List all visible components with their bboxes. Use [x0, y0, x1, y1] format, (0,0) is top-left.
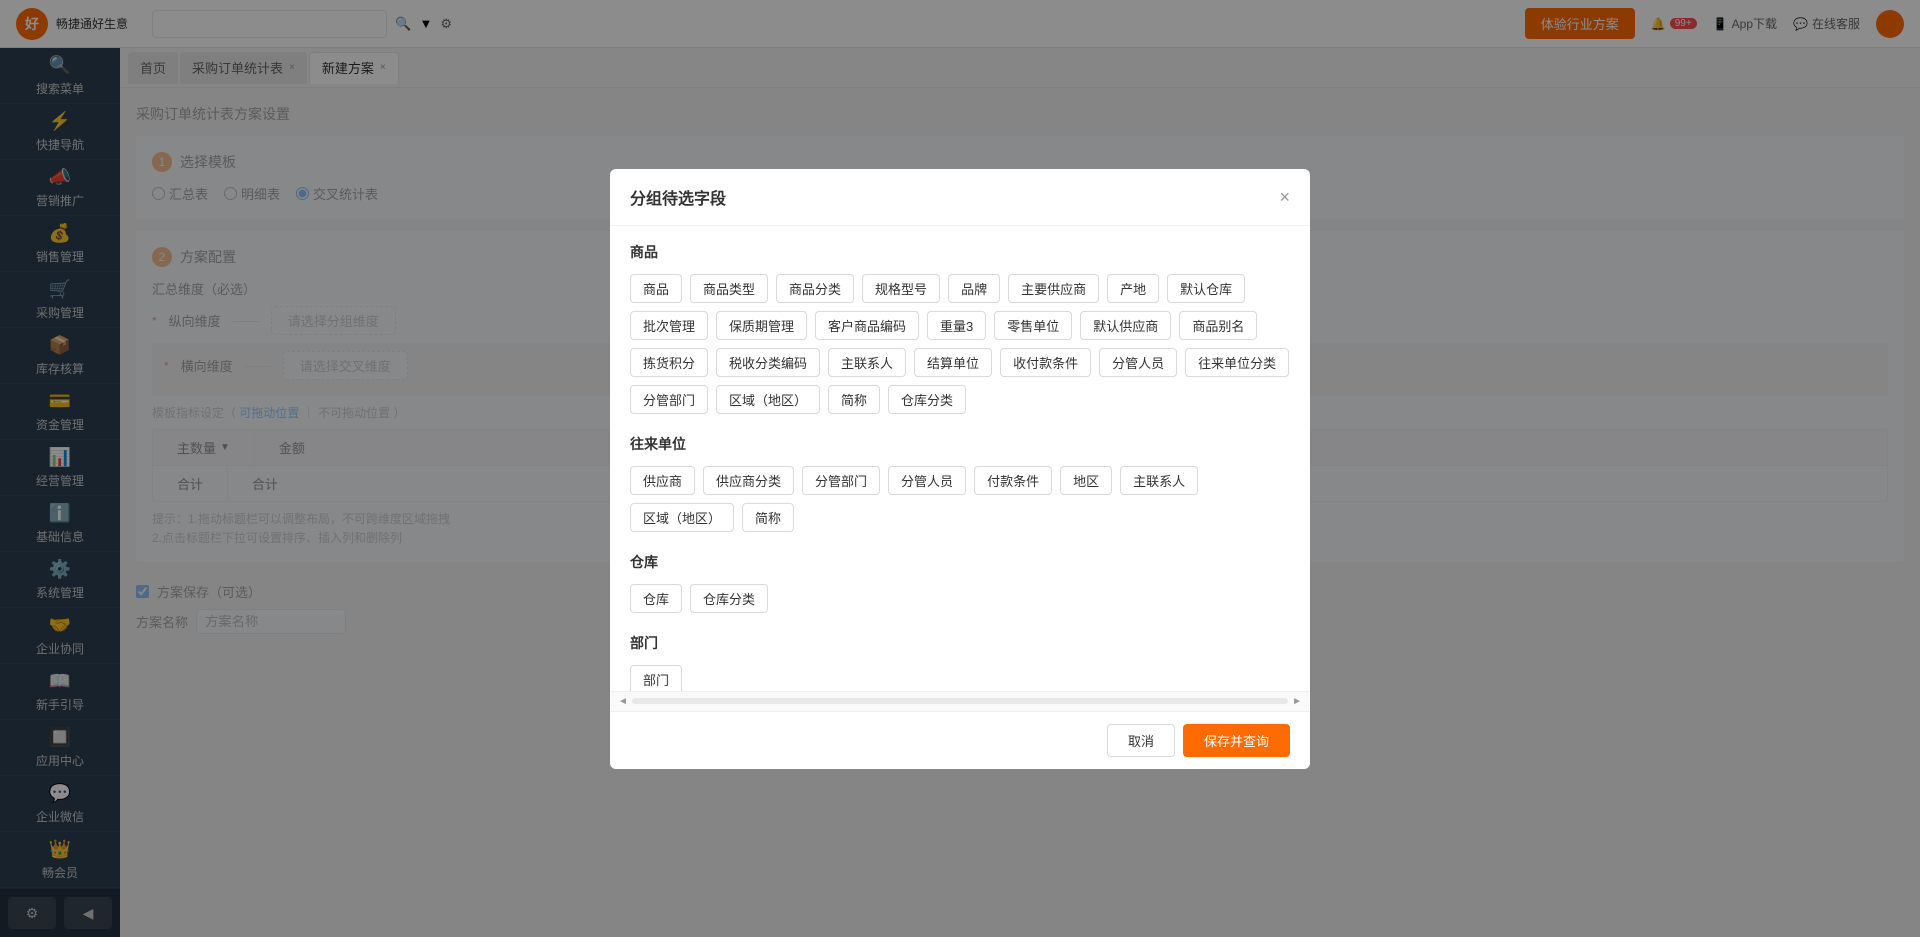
field-retail-unit[interactable]: 零售单位 [994, 311, 1072, 340]
section-department: 部门 部门 [630, 633, 1290, 691]
h-scroll-bar-area: ◄ ► [610, 691, 1310, 711]
field-region[interactable]: 区域（地区） [716, 385, 820, 414]
field-default-supplier[interactable]: 默认供应商 [1080, 311, 1171, 340]
section-partner-fields: 供应商 供应商分类 分管部门 分管人员 付款条件 地区 主联系人 区域（地区） … [630, 466, 1290, 532]
field-partner-dept[interactable]: 分管部门 [802, 466, 880, 495]
field-goods-category[interactable]: 商品分类 [776, 274, 854, 303]
confirm-button[interactable]: 保存并查询 [1183, 724, 1290, 757]
field-partner-region[interactable]: 区域（地区） [630, 503, 734, 532]
field-goods[interactable]: 商品 [630, 274, 682, 303]
section-department-title: 部门 [630, 633, 1290, 653]
section-department-fields: 部门 [630, 665, 1290, 691]
field-area[interactable]: 地区 [1060, 466, 1112, 495]
section-warehouse-fields: 仓库 仓库分类 [630, 584, 1290, 613]
field-pick-points[interactable]: 拣货积分 [630, 348, 708, 377]
field-default-warehouse[interactable]: 默认仓库 [1167, 274, 1245, 303]
field-tax-code[interactable]: 税收分类编码 [716, 348, 820, 377]
field-pay-terms[interactable]: 收付款条件 [1000, 348, 1091, 377]
modal-close-button[interactable]: × [1279, 188, 1290, 206]
h-scrollbar[interactable] [632, 698, 1288, 704]
field-goods-type[interactable]: 商品类型 [690, 274, 768, 303]
modal-title: 分组待选字段 [630, 185, 726, 209]
cancel-button[interactable]: 取消 [1107, 724, 1175, 757]
field-supervisor[interactable]: 分管人员 [1099, 348, 1177, 377]
field-main-supplier[interactable]: 主要供应商 [1008, 274, 1099, 303]
section-goods-title: 商品 [630, 242, 1290, 262]
section-goods-fields: 商品 商品类型 商品分类 规格型号 品牌 主要供应商 产地 默认仓库 批次管理 … [630, 274, 1290, 414]
field-shelf-life[interactable]: 保质期管理 [716, 311, 807, 340]
field-batch-mgmt[interactable]: 批次管理 [630, 311, 708, 340]
modal-body[interactable]: 商品 商品 商品类型 商品分类 规格型号 品牌 主要供应商 产地 默认仓库 批次… [610, 226, 1310, 691]
section-goods: 商品 商品 商品类型 商品分类 规格型号 品牌 主要供应商 产地 默认仓库 批次… [630, 242, 1290, 414]
field-supplier-category[interactable]: 供应商分类 [703, 466, 794, 495]
modal: 分组待选字段 × 商品 商品 商品类型 商品分类 规格型号 品牌 主要供应商 产… [610, 169, 1310, 769]
modal-footer: 取消 保存并查询 [610, 711, 1310, 769]
field-partner-shortname[interactable]: 简称 [742, 503, 794, 532]
field-partner-category[interactable]: 往来单位分类 [1185, 348, 1289, 377]
field-dept[interactable]: 分管部门 [630, 385, 708, 414]
field-partner-supervisor[interactable]: 分管人员 [888, 466, 966, 495]
field-payment-terms[interactable]: 付款条件 [974, 466, 1052, 495]
field-settle-unit[interactable]: 结算单位 [914, 348, 992, 377]
scroll-left-arrow[interactable]: ◄ [618, 696, 628, 707]
field-wh[interactable]: 仓库 [630, 584, 682, 613]
field-spec-model[interactable]: 规格型号 [862, 274, 940, 303]
section-warehouse-title: 仓库 [630, 552, 1290, 572]
section-partner: 往来单位 供应商 供应商分类 分管部门 分管人员 付款条件 地区 主联系人 区域… [630, 434, 1290, 532]
field-origin[interactable]: 产地 [1107, 274, 1159, 303]
field-main-contact[interactable]: 主联系人 [828, 348, 906, 377]
field-partner-contact[interactable]: 主联系人 [1120, 466, 1198, 495]
scroll-right-arrow[interactable]: ► [1292, 696, 1302, 707]
field-short-name[interactable]: 简称 [828, 385, 880, 414]
field-wh-category[interactable]: 仓库分类 [690, 584, 768, 613]
field-brand[interactable]: 品牌 [948, 274, 1000, 303]
field-weight[interactable]: 重量3 [927, 311, 986, 340]
field-department[interactable]: 部门 [630, 665, 682, 691]
section-partner-title: 往来单位 [630, 434, 1290, 454]
field-warehouse-category[interactable]: 仓库分类 [888, 385, 966, 414]
section-warehouse: 仓库 仓库 仓库分类 [630, 552, 1290, 613]
field-customer-code[interactable]: 客户商品编码 [815, 311, 919, 340]
field-alias[interactable]: 商品别名 [1179, 311, 1257, 340]
field-supplier[interactable]: 供应商 [630, 466, 695, 495]
modal-header: 分组待选字段 × [610, 169, 1310, 226]
